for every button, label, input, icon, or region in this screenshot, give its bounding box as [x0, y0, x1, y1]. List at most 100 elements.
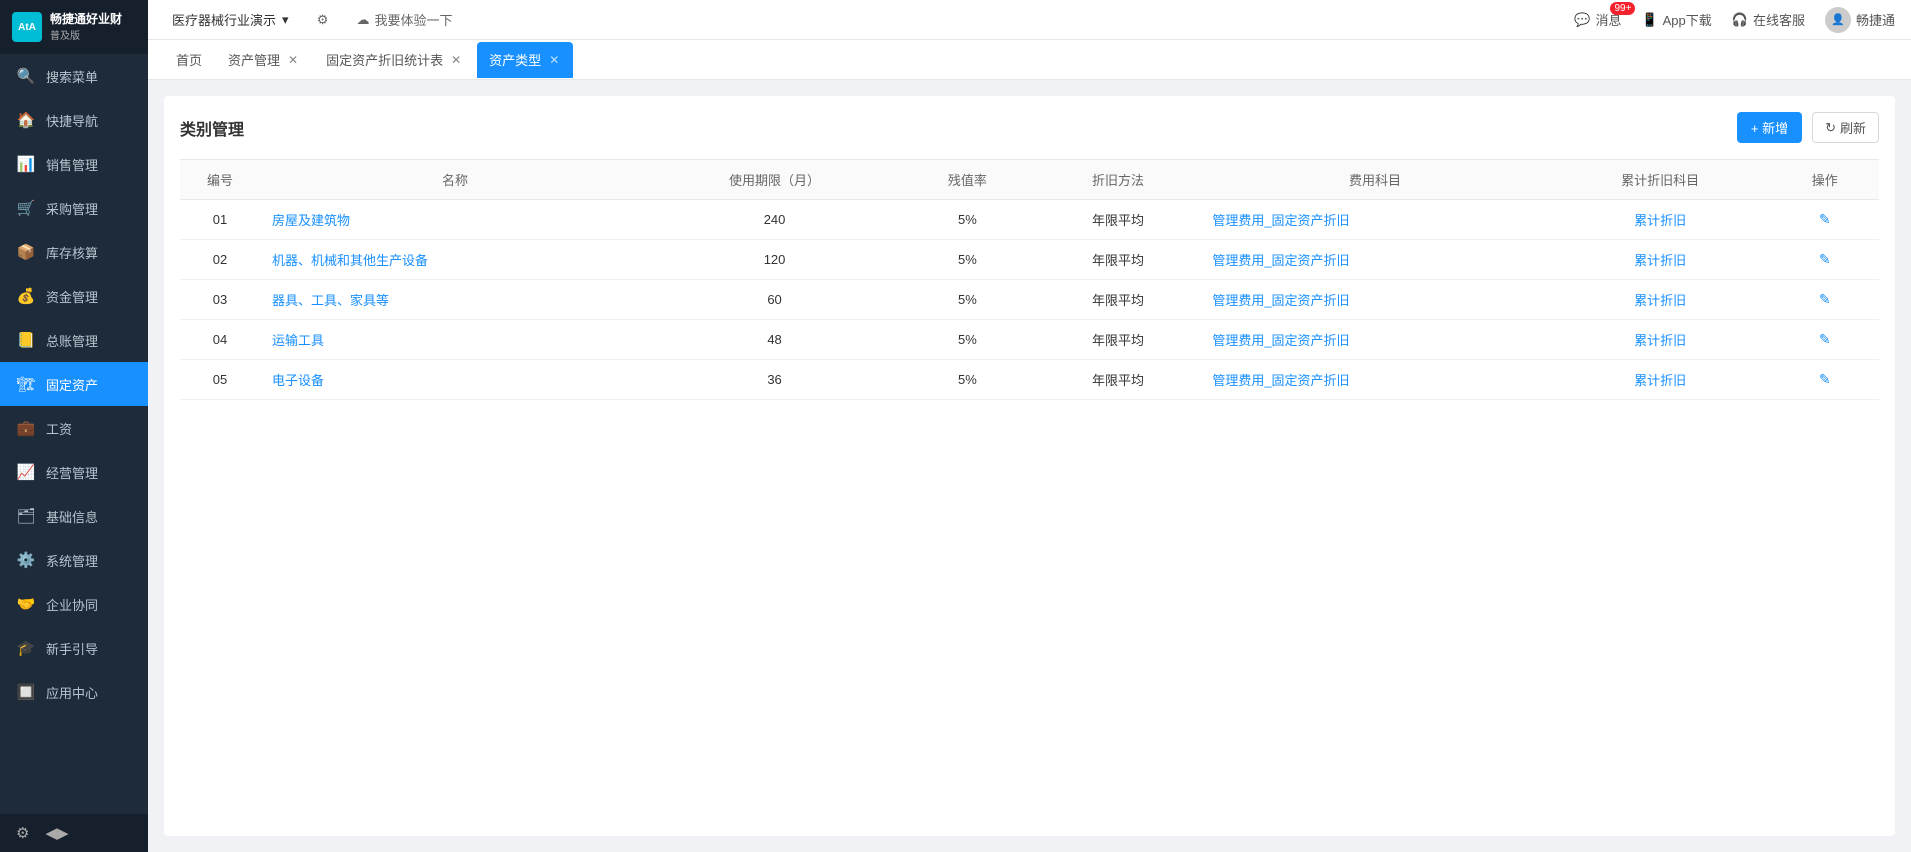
- sidebar-label-13: 新手引导: [46, 639, 98, 658]
- category-table: 编号名称使用期限（月）残值率折旧方法费用科目累计折旧科目操作 01 房屋及建筑物…: [180, 159, 1879, 400]
- sidebar-icon-4: 📦: [16, 242, 36, 262]
- col-header-1: 名称: [260, 160, 650, 200]
- sidebar-footer: ⚙ ◀▶: [0, 814, 148, 852]
- cell-period-1: 120: [650, 240, 899, 280]
- edit-icon-4[interactable]: ✎: [1819, 371, 1831, 387]
- cell-accum-4: 累计折旧: [1550, 360, 1771, 400]
- download-button[interactable]: 📱 App下载: [1641, 10, 1711, 29]
- sidebar-item-总账管理[interactable]: 📒 总账管理: [0, 318, 148, 362]
- col-header-7: 操作: [1771, 160, 1879, 200]
- col-header-3: 残值率: [899, 160, 1036, 200]
- tab-close-3[interactable]: ✕: [547, 51, 561, 69]
- cell-method-0: 年限平均: [1036, 200, 1201, 240]
- table-body: 01 房屋及建筑物 240 5% 年限平均 管理费用_固定资产折旧 累计折旧 ✎…: [180, 200, 1879, 400]
- cell-name-1[interactable]: 机器、机械和其他生产设备: [260, 240, 650, 280]
- cell-period-3: 48: [650, 320, 899, 360]
- col-header-5: 费用科目: [1200, 160, 1549, 200]
- cell-expense-1: 管理费用_固定资产折旧: [1200, 240, 1549, 280]
- page-header: 类别管理 + 新增 ↻ 刷新: [180, 112, 1879, 143]
- try-experience-button[interactable]: ☁ 我要体验一下: [349, 6, 461, 33]
- page-title: 类别管理: [180, 116, 244, 140]
- cell-action-1[interactable]: ✎: [1771, 240, 1879, 280]
- message-button[interactable]: 💬 消息 99+: [1574, 10, 1621, 29]
- cell-action-4[interactable]: ✎: [1771, 360, 1879, 400]
- sidebar-logo: AtA 畅捷通好业财 普及版: [0, 0, 148, 54]
- cell-accum-0: 累计折旧: [1550, 200, 1771, 240]
- topbar: 医疗器械行业演示 ▾ ⚙ ☁ 我要体验一下 💬 消息 99+ 📱 App下载 🎧…: [148, 0, 1911, 40]
- tab-close-1[interactable]: ✕: [286, 51, 300, 69]
- cell-action-2[interactable]: ✎: [1771, 280, 1879, 320]
- cell-name-3[interactable]: 运输工具: [260, 320, 650, 360]
- edit-icon-2[interactable]: ✎: [1819, 291, 1831, 307]
- sidebar-item-采购管理[interactable]: 🛒 采购管理: [0, 186, 148, 230]
- tab-label-3: 资产类型: [489, 50, 541, 69]
- table-row: 05 电子设备 36 5% 年限平均 管理费用_固定资产折旧 累计折旧 ✎: [180, 360, 1879, 400]
- sidebar-item-应用中心[interactable]: 🔲 应用中心: [0, 670, 148, 714]
- tab-3[interactable]: 资产类型 ✕: [477, 42, 573, 78]
- user-avatar-button[interactable]: 👤 畅捷通: [1825, 7, 1895, 33]
- sidebar-label-0: 搜索菜单: [46, 67, 98, 86]
- main-area: 医疗器械行业演示 ▾ ⚙ ☁ 我要体验一下 💬 消息 99+ 📱 App下载 🎧…: [148, 0, 1911, 852]
- sidebar-icon-6: 📒: [16, 330, 36, 350]
- tab-label-1: 资产管理: [228, 50, 280, 69]
- sidebar-item-快捷导航[interactable]: 🏠 快捷导航: [0, 98, 148, 142]
- sidebar-icon-8: 💼: [16, 418, 36, 438]
- phone-icon: 📱: [1641, 12, 1657, 28]
- sidebar-item-系统管理[interactable]: ⚙️ 系统管理: [0, 538, 148, 582]
- cell-action-0[interactable]: ✎: [1771, 200, 1879, 240]
- collapse-icon[interactable]: ◀▶: [45, 824, 68, 842]
- table-row: 02 机器、机械和其他生产设备 120 5% 年限平均 管理费用_固定资产折旧 …: [180, 240, 1879, 280]
- download-label: App下载: [1663, 10, 1712, 29]
- tab-0[interactable]: 首页: [164, 42, 214, 78]
- sidebar-item-基础信息[interactable]: 🗂 基础信息: [0, 494, 148, 538]
- tab-1[interactable]: 资产管理 ✕: [216, 42, 312, 78]
- refresh-button[interactable]: ↻ 刷新: [1812, 112, 1879, 143]
- cell-name-4[interactable]: 电子设备: [260, 360, 650, 400]
- cell-accum-1: 累计折旧: [1550, 240, 1771, 280]
- sidebar-item-搜索菜单[interactable]: 🔍 搜索菜单: [0, 54, 148, 98]
- sidebar-item-经营管理[interactable]: 📈 经营管理: [0, 450, 148, 494]
- settings-gear-button[interactable]: ⚙: [309, 6, 337, 34]
- tab-close-2[interactable]: ✕: [449, 51, 463, 69]
- sidebar-item-企业协同[interactable]: 🤝 企业协同: [0, 582, 148, 626]
- refresh-label: 刷新: [1840, 118, 1866, 137]
- sidebar-item-销售管理[interactable]: 📊 销售管理: [0, 142, 148, 186]
- topbar-right: 💬 消息 99+ 📱 App下载 🎧 在线客服 👤 畅捷通: [1574, 7, 1895, 33]
- header-row: 编号名称使用期限（月）残值率折旧方法费用科目累计折旧科目操作: [180, 160, 1879, 200]
- cell-code-2: 03: [180, 280, 260, 320]
- avatar: 👤: [1825, 7, 1851, 33]
- cell-expense-3: 管理费用_固定资产折旧: [1200, 320, 1549, 360]
- sidebar-item-固定资产[interactable]: 🏗 固定资产: [0, 362, 148, 406]
- new-button[interactable]: + 新增: [1737, 112, 1802, 143]
- company-name: 医疗器械行业演示: [172, 10, 276, 29]
- sidebar-label-2: 销售管理: [46, 155, 98, 174]
- edit-icon-0[interactable]: ✎: [1819, 211, 1831, 227]
- tab-label-2: 固定资产折旧统计表: [326, 50, 443, 69]
- cell-residual-3: 5%: [899, 320, 1036, 360]
- tab-label-0: 首页: [176, 50, 202, 69]
- edit-icon-3[interactable]: ✎: [1819, 331, 1831, 347]
- cell-method-4: 年限平均: [1036, 360, 1201, 400]
- sidebar-icon-10: 🗂: [16, 506, 36, 526]
- app-version: 普及版: [50, 27, 122, 42]
- settings-icon[interactable]: ⚙: [16, 824, 29, 842]
- sidebar-label-5: 资金管理: [46, 287, 98, 306]
- sidebar-icon-13: 🎓: [16, 638, 36, 658]
- cell-name-2[interactable]: 器具、工具、家具等: [260, 280, 650, 320]
- cell-method-1: 年限平均: [1036, 240, 1201, 280]
- sidebar-item-资金管理[interactable]: 💰 资金管理: [0, 274, 148, 318]
- sidebar-item-库存核算[interactable]: 📦 库存核算: [0, 230, 148, 274]
- sidebar-label-7: 固定资产: [46, 375, 98, 394]
- customer-service-button[interactable]: 🎧 在线客服: [1732, 10, 1805, 29]
- tab-2[interactable]: 固定资产折旧统计表 ✕: [314, 42, 475, 78]
- customer-label: 在线客服: [1753, 10, 1805, 29]
- sidebar-item-新手引导[interactable]: 🎓 新手引导: [0, 626, 148, 670]
- company-selector[interactable]: 医疗器械行业演示 ▾: [164, 6, 297, 33]
- app-name: 畅捷通好业财: [50, 12, 122, 28]
- sidebar-item-工资[interactable]: 💼 工资: [0, 406, 148, 450]
- edit-icon-1[interactable]: ✎: [1819, 251, 1831, 267]
- cell-method-2: 年限平均: [1036, 280, 1201, 320]
- cell-action-3[interactable]: ✎: [1771, 320, 1879, 360]
- sidebar-icon-1: 🏠: [16, 110, 36, 130]
- cell-name-0[interactable]: 房屋及建筑物: [260, 200, 650, 240]
